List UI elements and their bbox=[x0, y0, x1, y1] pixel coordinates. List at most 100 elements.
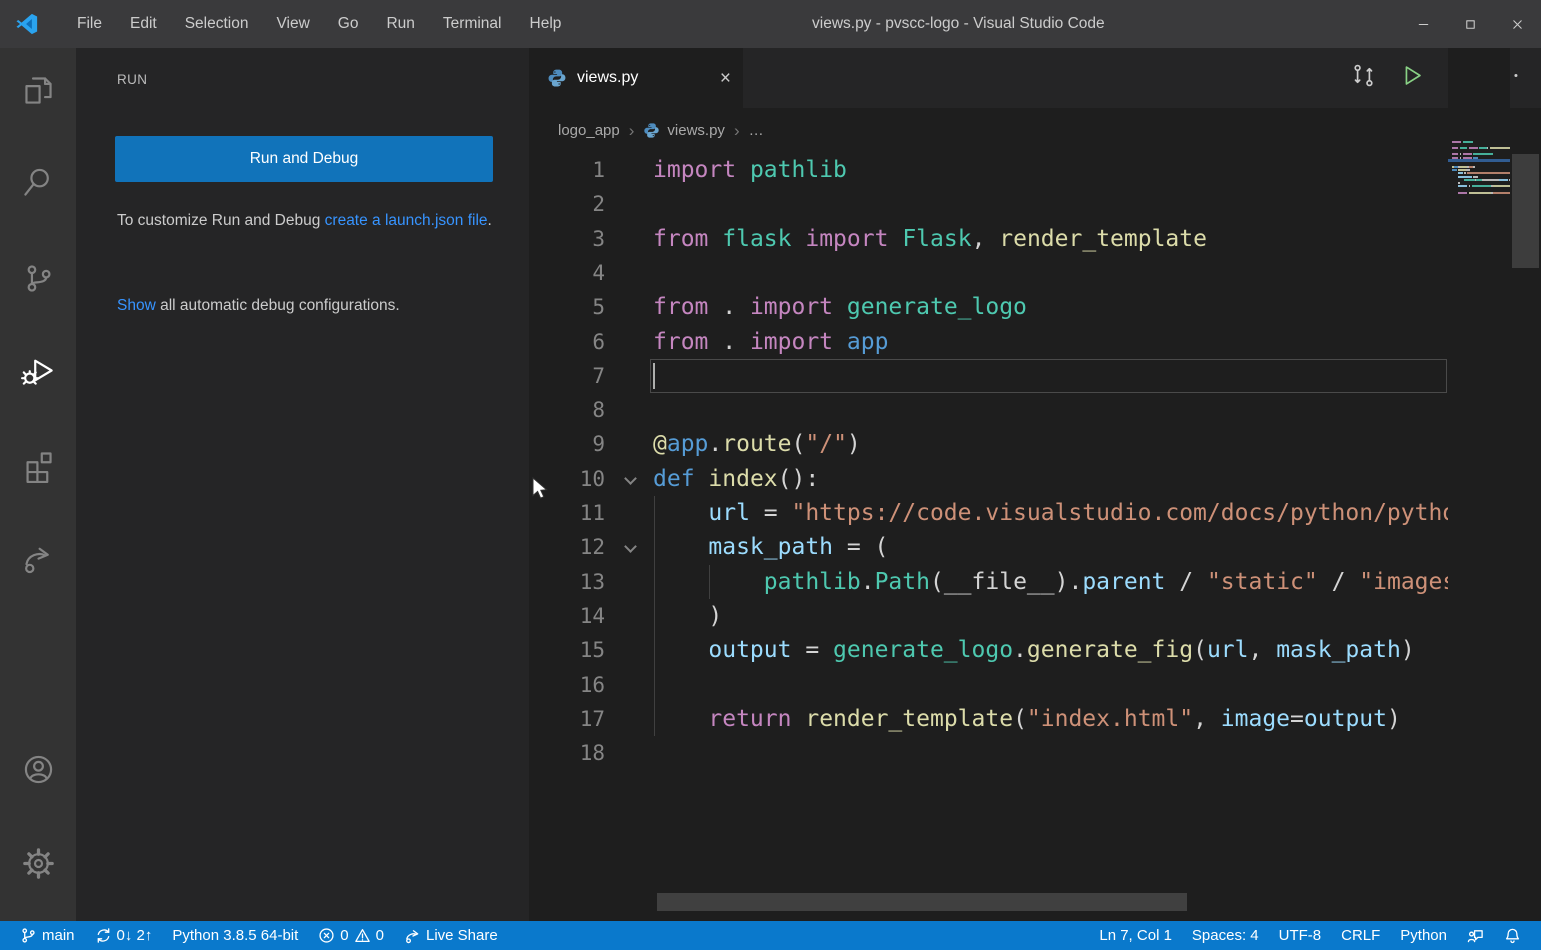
code-line[interactable]: 4 bbox=[529, 256, 1448, 290]
status-feedback[interactable] bbox=[1457, 927, 1494, 944]
status-problems[interactable]: 00 bbox=[308, 927, 394, 944]
line-number[interactable]: 2 bbox=[529, 187, 605, 221]
line-number[interactable]: 15 bbox=[529, 633, 605, 667]
vscode-window: FileEditSelectionViewGoRunTerminalHelp v… bbox=[0, 0, 1541, 950]
code-line[interactable]: 2 bbox=[529, 187, 1448, 221]
code-editor[interactable]: 1import pathlib23from flask import Flask… bbox=[529, 153, 1448, 921]
status-bar: main0↓ 2↑Python 3.8.5 64-bit00Live Share… bbox=[0, 921, 1541, 950]
code-line[interactable]: 1import pathlib bbox=[529, 153, 1448, 187]
status-language-mode[interactable]: Python bbox=[1390, 927, 1457, 944]
activity-account[interactable] bbox=[0, 746, 76, 798]
code-line[interactable]: 3from flask import Flask, render_templat… bbox=[529, 222, 1448, 256]
line-number[interactable]: 8 bbox=[529, 393, 605, 427]
status-end-of-line[interactable]: CRLF bbox=[1331, 927, 1390, 944]
status-live-share[interactable]: Live Share bbox=[394, 927, 508, 944]
menu-view[interactable]: View bbox=[262, 0, 323, 48]
code-line[interactable]: 17 return render_template("index.html", … bbox=[529, 702, 1448, 736]
breadcrumb-item[interactable]: logo_app bbox=[558, 122, 620, 139]
breadcrumb-item[interactable]: views.py bbox=[643, 122, 725, 139]
line-number[interactable]: 1 bbox=[529, 153, 605, 187]
line-number[interactable]: 6 bbox=[529, 325, 605, 359]
python-icon bbox=[643, 122, 660, 139]
code-line-text: url = "https://code.visualstudio.com/doc… bbox=[653, 496, 1448, 530]
line-number[interactable]: 18 bbox=[529, 736, 605, 770]
line-number[interactable]: 4 bbox=[529, 256, 605, 290]
line-number[interactable]: 11 bbox=[529, 496, 605, 530]
sidebar-link[interactable]: Show bbox=[117, 297, 156, 314]
status-encoding[interactable]: UTF-8 bbox=[1269, 927, 1332, 944]
code-line[interactable]: 12 mask_path = ( bbox=[529, 530, 1448, 564]
activity-run-and-debug[interactable] bbox=[0, 347, 76, 399]
menu-file[interactable]: File bbox=[63, 0, 116, 48]
status-git-branch[interactable]: main bbox=[10, 927, 85, 944]
code-token bbox=[695, 466, 709, 492]
code-token: = bbox=[791, 637, 833, 663]
menu-run[interactable]: Run bbox=[372, 0, 428, 48]
menu-selection[interactable]: Selection bbox=[171, 0, 263, 48]
code-line[interactable]: 7 bbox=[529, 359, 1448, 393]
fold-chevron-icon[interactable] bbox=[624, 540, 637, 553]
line-number[interactable]: 13 bbox=[529, 565, 605, 599]
code-line[interactable]: 8 bbox=[529, 393, 1448, 427]
line-number[interactable]: 9 bbox=[529, 427, 605, 461]
code-line[interactable]: 14 ) bbox=[529, 599, 1448, 633]
activity-source-control[interactable] bbox=[0, 255, 76, 307]
line-number[interactable]: 16 bbox=[529, 668, 605, 702]
code-line[interactable]: 10def index(): bbox=[529, 462, 1448, 496]
code-line[interactable]: 15 output = generate_logo.generate_fig(u… bbox=[529, 633, 1448, 667]
code-token: . bbox=[861, 569, 875, 595]
status-indentation[interactable]: Spaces: 4 bbox=[1182, 927, 1269, 944]
status-python-interpreter[interactable]: Python 3.8.5 64-bit bbox=[162, 927, 308, 944]
code-line[interactable]: 18 bbox=[529, 736, 1448, 770]
breadcrumb-item[interactable]: … bbox=[749, 122, 764, 139]
sidebar-link[interactable]: create a launch.json file bbox=[325, 212, 488, 229]
line-number[interactable]: 5 bbox=[529, 290, 605, 324]
line-number[interactable]: 3 bbox=[529, 222, 605, 256]
activity-explorer[interactable] bbox=[0, 67, 76, 119]
horizontal-scrollbar-thumb[interactable] bbox=[657, 893, 1187, 911]
code-line[interactable]: 5from . import generate_logo bbox=[529, 290, 1448, 324]
run-and-debug-button[interactable]: Run and Debug bbox=[115, 136, 493, 182]
status-label: Ln 7, Col 1 bbox=[1099, 927, 1172, 944]
extensions-icon bbox=[21, 448, 56, 488]
menu-edit[interactable]: Edit bbox=[116, 0, 171, 48]
vertical-scrollbar-thumb[interactable] bbox=[1512, 154, 1539, 268]
status-sync-changes[interactable]: 0↓ 2↑ bbox=[85, 927, 163, 944]
status-cursor-position[interactable]: Ln 7, Col 1 bbox=[1089, 927, 1182, 944]
activity-search[interactable] bbox=[0, 159, 76, 211]
activity-manage[interactable] bbox=[0, 840, 76, 892]
line-number[interactable]: 17 bbox=[529, 702, 605, 736]
status-notifications[interactable] bbox=[1494, 927, 1531, 944]
activity-live-share[interactable] bbox=[0, 534, 76, 586]
fold-chevron-icon[interactable] bbox=[624, 472, 637, 485]
run-python-file-button[interactable] bbox=[1396, 63, 1426, 93]
line-number[interactable]: 10 bbox=[529, 462, 605, 496]
code-line[interactable]: 13 pathlib.Path(__file__).parent / "stat… bbox=[529, 565, 1448, 599]
code-line[interactable]: 9@app.route("/") bbox=[529, 427, 1448, 461]
menu-help[interactable]: Help bbox=[516, 0, 576, 48]
warning-icon bbox=[354, 927, 371, 944]
code-line[interactable]: 16 bbox=[529, 668, 1448, 702]
code-token: generate_logo bbox=[847, 294, 1027, 320]
menu-terminal[interactable]: Terminal bbox=[429, 0, 516, 48]
files-icon bbox=[21, 73, 56, 113]
code-line[interactable]: 6from . import app bbox=[529, 325, 1448, 359]
line-number[interactable]: 14 bbox=[529, 599, 605, 633]
maximize-button[interactable] bbox=[1447, 0, 1494, 48]
search-icon bbox=[21, 165, 56, 205]
activity-extensions[interactable] bbox=[0, 442, 76, 494]
close-button[interactable] bbox=[1494, 0, 1541, 48]
window-title: views.py - pvscc-logo - Visual Studio Co… bbox=[812, 0, 1105, 48]
menu-go[interactable]: Go bbox=[324, 0, 373, 48]
compare-changes-button[interactable] bbox=[1348, 63, 1378, 93]
code-token bbox=[653, 500, 708, 526]
tab-views-py[interactable]: views.py × bbox=[529, 48, 743, 108]
tab-close-icon[interactable]: × bbox=[720, 69, 731, 88]
line-number[interactable]: 7 bbox=[529, 359, 605, 393]
code-line[interactable]: 11 url = "https://code.visualstudio.com/… bbox=[529, 496, 1448, 530]
vertical-scrollbar[interactable] bbox=[1510, 48, 1541, 921]
minimize-button[interactable] bbox=[1400, 0, 1447, 48]
debug-icon bbox=[21, 353, 56, 393]
minimap[interactable] bbox=[1448, 48, 1510, 921]
line-number[interactable]: 12 bbox=[529, 530, 605, 564]
